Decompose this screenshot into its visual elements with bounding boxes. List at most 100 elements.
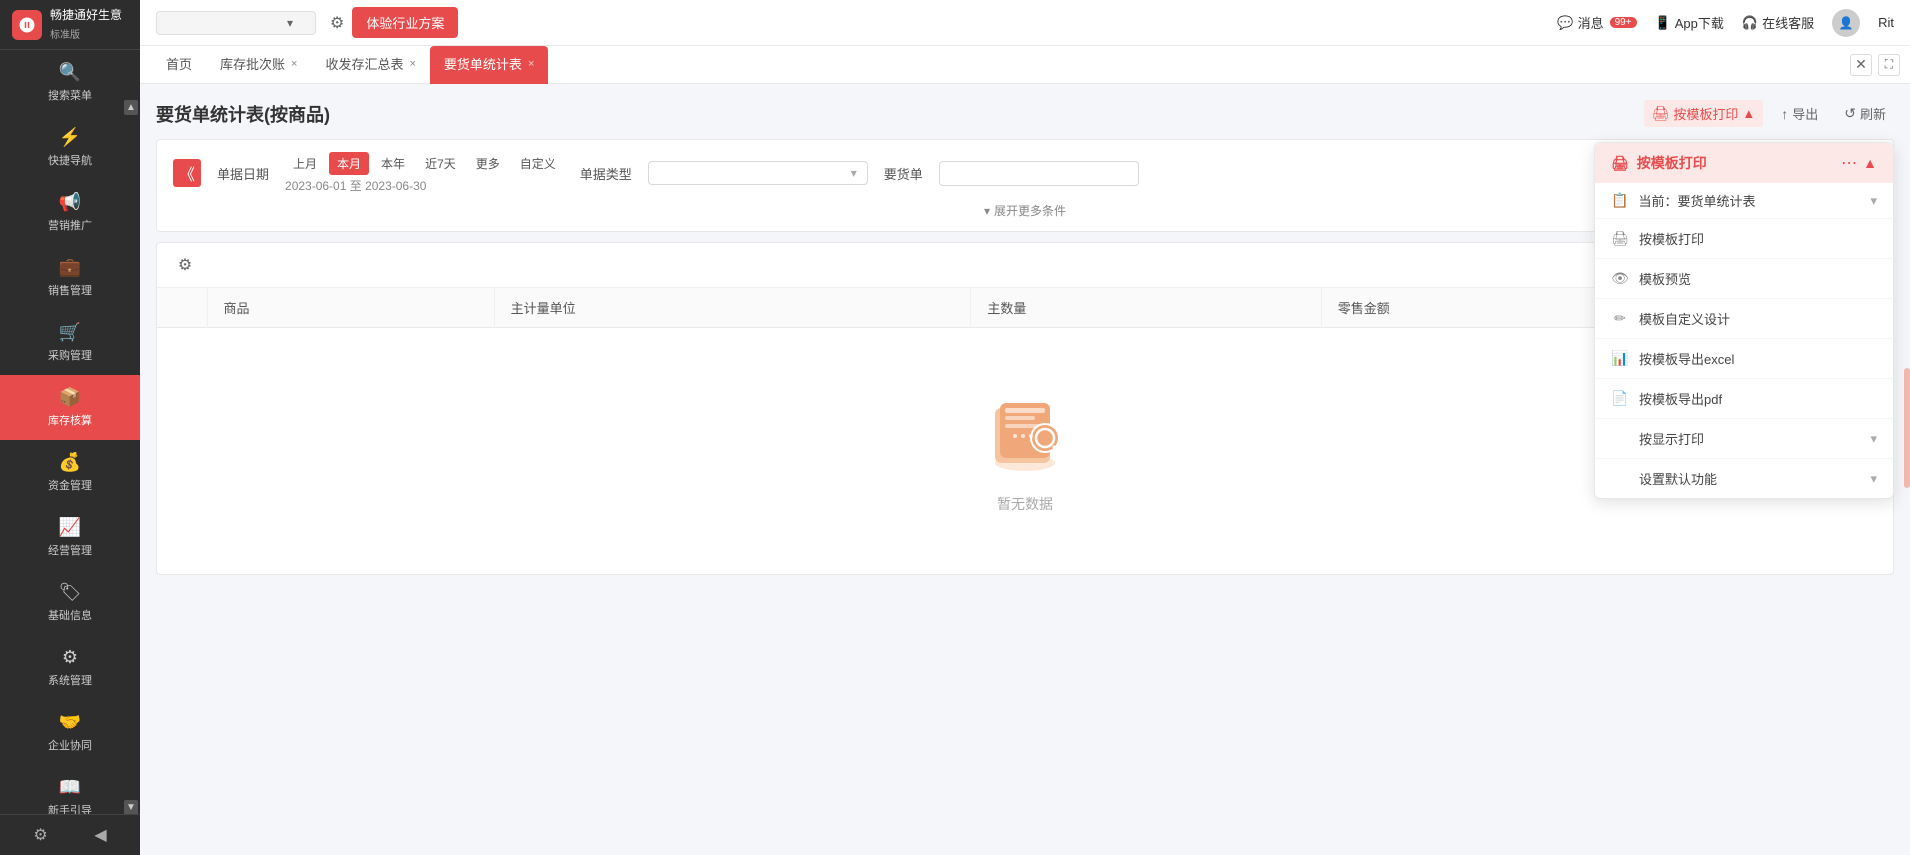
- sidebar-item-purchase[interactable]: 🛒 采购管理: [0, 310, 140, 375]
- table-settings-icon[interactable]: ⚙: [173, 253, 197, 277]
- tab-stock-summary-label: 收发存汇总表: [325, 54, 403, 73]
- tabs-close-all-btn[interactable]: ✕: [1850, 54, 1872, 76]
- print-chevron-icon: ▲: [1742, 106, 1755, 121]
- print-dropdown-item-template-print[interactable]: 🖨 按模板打印: [1595, 219, 1893, 259]
- sidebar-item-basics[interactable]: 🏷 基础信息: [0, 570, 140, 635]
- filter-expand-btn[interactable]: 《: [173, 159, 201, 187]
- online-service-action[interactable]: 🎧 在线客服: [1742, 13, 1814, 32]
- tab-order-stats-close[interactable]: ×: [528, 58, 534, 70]
- template-print-icon: 🖨: [1611, 230, 1629, 247]
- tab-inventory-batch-close[interactable]: ×: [291, 58, 297, 70]
- tab-order-stats[interactable]: 要货单统计表 ×: [430, 46, 548, 84]
- sidebar-item-enterprise[interactable]: 🤝 企业协同: [0, 700, 140, 765]
- date-tab-7days[interactable]: 近7天: [417, 152, 464, 175]
- print-dropdown-item-default[interactable]: 设置默认功能 ▾: [1595, 459, 1893, 498]
- tab-home-label: 首页: [166, 54, 192, 73]
- sidebar-label-basics: 基础信息: [48, 607, 92, 623]
- date-tabs: 上月 本月 本年 近7天 更多: [285, 152, 564, 175]
- table-col-unit: 主计量单位: [494, 288, 971, 328]
- industry-btn[interactable]: 体验行业方案: [352, 7, 458, 38]
- template-excel-icon: 📊: [1611, 350, 1629, 367]
- header-search-input[interactable]: [167, 16, 287, 30]
- date-filter-label: 单据日期: [217, 164, 269, 183]
- print-icon: 🖨: [1652, 105, 1670, 122]
- sidebar-label-purchase: 采购管理: [48, 347, 92, 363]
- sidebar-label-inventory: 库存核算: [48, 412, 92, 428]
- header-search-box[interactable]: ▾: [156, 11, 316, 35]
- sidebar-item-inventory[interactable]: 📦 库存核算: [0, 375, 140, 440]
- print-dropdown-item-preview[interactable]: 👁 模板预览: [1595, 259, 1893, 299]
- doc-type-dropdown[interactable]: ▾: [648, 161, 868, 185]
- date-tab-more[interactable]: 更多: [468, 152, 508, 175]
- date-tab-this-month[interactable]: 本月: [329, 152, 369, 175]
- refresh-btn[interactable]: ↺ 刷新: [1836, 100, 1894, 127]
- settings-icon[interactable]: ⚙: [33, 825, 47, 845]
- print-btn[interactable]: 🖨 按模板打印 ▲: [1644, 100, 1764, 127]
- app-download-icon: 📱: [1655, 15, 1671, 31]
- page-title-bar: 要货单统计表(按商品) 🖨 按模板打印 ▲ ↑ 导出 ↺ 刷新: [156, 100, 1894, 127]
- print-dropdown-item-excel[interactable]: 📊 按模板导出excel: [1595, 339, 1893, 379]
- right-scrollbar[interactable]: [1904, 368, 1910, 488]
- tabs-expand-btn[interactable]: ⛶: [1878, 54, 1900, 76]
- header-gear-icon[interactable]: ⚙: [330, 13, 344, 33]
- logo-icon: [12, 10, 42, 40]
- sidebar-scroll-up[interactable]: ▲: [124, 100, 138, 115]
- template-pdf-icon: 📄: [1611, 390, 1629, 407]
- order-num-input-wrapper: [939, 161, 1139, 186]
- tab-stock-summary-close[interactable]: ×: [409, 58, 415, 70]
- set-default-label: 设置默认功能: [1639, 469, 1717, 488]
- print-current-template[interactable]: 📋 当前：要货单统计表 ▾: [1595, 183, 1893, 219]
- refresh-label: 刷新: [1860, 104, 1886, 123]
- user-avatar[interactable]: 👤: [1832, 9, 1860, 37]
- export-btn[interactable]: ↑ 导出: [1773, 100, 1826, 127]
- table-col-index: [157, 288, 207, 328]
- empty-illustration: [975, 388, 1075, 478]
- tabs-bar: 首页 库存批次账 × 收发存汇总表 × 要货单统计表 × ✕ ⛶: [140, 46, 1910, 84]
- sidebar-item-quicknav[interactable]: ⚡ 快捷导航: [0, 115, 140, 180]
- date-tab-last-month[interactable]: 上月: [285, 152, 325, 175]
- tabs-right: ✕ ⛶: [1850, 54, 1900, 76]
- export-icon: ↑: [1781, 106, 1788, 122]
- sidebar-item-operations[interactable]: 📈 经营管理: [0, 505, 140, 570]
- page-content: 要货单统计表(按商品) 🖨 按模板打印 ▲ ↑ 导出 ↺ 刷新: [140, 84, 1910, 855]
- sidebar-item-marketing[interactable]: 📢 营销推广: [0, 180, 140, 245]
- enterprise-icon: 🤝: [59, 712, 81, 733]
- sidebar-nav: 🔍 搜索菜单 ⚡ 快捷导航 📢 营销推广 💼 销售管理 🛒 采购管理 📦 库存核…: [0, 50, 140, 855]
- print-dropdown-item-display[interactable]: 按显示打印 ▾: [1595, 419, 1893, 459]
- sidebar-item-finance[interactable]: 💰 资金管理: [0, 440, 140, 505]
- search-dropdown-icon[interactable]: ▾: [287, 16, 293, 30]
- print-dropdown-header[interactable]: 🖨 按模板打印 ⋯ ▲: [1595, 143, 1893, 183]
- sidebar-item-system[interactable]: ⚙ 系统管理: [0, 635, 140, 700]
- order-num-input[interactable]: [950, 166, 1128, 181]
- tab-home[interactable]: 首页: [152, 46, 206, 84]
- tab-stock-summary[interactable]: 收发存汇总表 ×: [311, 46, 429, 84]
- basics-icon: 🏷: [59, 582, 82, 603]
- template-pdf-label: 按模板导出pdf: [1639, 389, 1722, 408]
- expand-more-text: 展开更多条件: [994, 202, 1066, 219]
- date-tab-this-year[interactable]: 本年: [373, 152, 413, 175]
- current-template-icon: 📋: [1611, 192, 1628, 209]
- collapse-icon[interactable]: ◀: [94, 825, 106, 845]
- template-excel-label: 按模板导出excel: [1639, 349, 1734, 368]
- tab-order-stats-label: 要货单统计表: [444, 54, 522, 73]
- print-dropdown-collapse-icon[interactable]: ▲: [1863, 155, 1877, 171]
- date-tab-custom[interactable]: 自定义: [512, 152, 564, 175]
- print-dropdown-item-custom[interactable]: ✏ 模板自定义设计: [1595, 299, 1893, 339]
- app-download-action[interactable]: 📱 App下载: [1655, 13, 1724, 32]
- page-actions: 🖨 按模板打印 ▲ ↑ 导出 ↺ 刷新 🖨: [1644, 100, 1894, 127]
- system-icon: ⚙: [62, 647, 78, 668]
- print-dropdown-more-icon[interactable]: ⋯: [1841, 153, 1857, 173]
- tab-inventory-batch[interactable]: 库存批次账 ×: [206, 46, 311, 84]
- print-dropdown-header-controls: ⋯ ▲: [1841, 153, 1877, 173]
- sidebar-item-sales[interactable]: 💼 销售管理: [0, 245, 140, 310]
- current-template-label: 当前：要货单统计表: [1638, 191, 1755, 210]
- print-label: 按模板打印: [1673, 104, 1738, 123]
- template-print-label: 按模板打印: [1639, 229, 1704, 248]
- sidebar: 畅捷通好生意 标准版 🔍 搜索菜单 ⚡ 快捷导航 📢 营销推广 💼 销售管理 🛒…: [0, 0, 140, 855]
- sidebar-item-search[interactable]: 🔍 搜索菜单: [0, 50, 140, 115]
- expand-more-icon: ▾: [984, 204, 990, 218]
- sidebar-scroll-down[interactable]: ▼: [124, 800, 138, 815]
- app-logo: 畅捷通好生意 标准版: [0, 0, 140, 50]
- message-action[interactable]: 💬 消息 99+: [1557, 13, 1636, 32]
- print-dropdown-item-pdf[interactable]: 📄 按模板导出pdf: [1595, 379, 1893, 419]
